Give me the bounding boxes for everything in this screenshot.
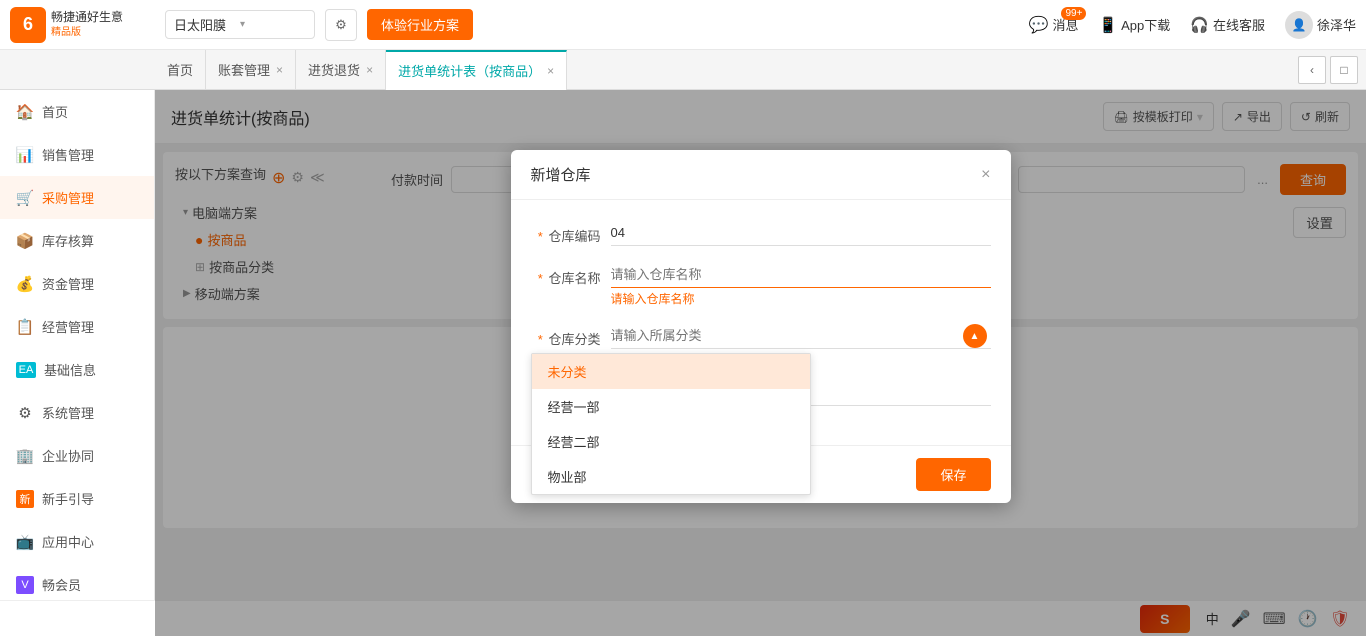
logo-text: 畅捷通好生意 精品版 <box>51 10 123 39</box>
store-selector[interactable]: 日太阳膜 ▾ <box>165 10 315 39</box>
modal-add-warehouse: 新增仓库 × * 仓库编码 <box>511 150 1011 503</box>
sidebar-item-purchase[interactable]: 🛒 采购管理 <box>0 176 154 219</box>
sidebar-item-guide[interactable]: 新 新手引导 <box>0 477 154 520</box>
modal-overlay: 新增仓库 × * 仓库编码 <box>155 90 1366 636</box>
tab-close-purchase-stats[interactable]: × <box>547 64 554 78</box>
category-input[interactable] <box>611 323 991 349</box>
tab-close-purchase-return[interactable]: × <box>366 63 373 77</box>
sidebar-item-inventory[interactable]: 📦 库存核算 <box>0 219 154 262</box>
dropdown-item-none[interactable]: 未分类 <box>532 354 810 389</box>
modal-title: 新增仓库 <box>531 164 591 185</box>
save-btn[interactable]: 保存 <box>916 458 990 491</box>
dropdown-item-dept1[interactable]: 经营一部 <box>532 389 810 424</box>
tab-accounts[interactable]: 账套管理 × <box>206 50 296 90</box>
finance-icon: 💰 <box>16 275 34 293</box>
required-star2: * <box>538 271 543 286</box>
sidebar-item-enterprise[interactable]: 🏢 企业协同 <box>0 434 154 477</box>
logo-area: 6 畅捷通好生意 精品版 <box>10 7 165 43</box>
name-label: * 仓库名称 <box>531 262 611 287</box>
content-area: 进货单统计(按商品) 🖨 按模板打印 ▾ ↗ 导出 ↺ 刷新 <box>155 90 1366 636</box>
user-info[interactable]: 👤 徐泽华 <box>1285 11 1356 39</box>
sidebar-item-home[interactable]: 🏠 首页 <box>0 90 154 133</box>
tab-purchase-stats[interactable]: 进货单统计表（按商品） × <box>386 50 567 90</box>
form-row-category: * 仓库分类 ▲ 未分类 经营一部 经营二部 物业部 <box>531 323 991 349</box>
sidebar-item-basic[interactable]: EA 基础信息 <box>0 348 154 391</box>
name-input[interactable] <box>611 262 991 288</box>
sidebar-item-sales[interactable]: 📊 销售管理 <box>0 133 154 176</box>
required-star3: * <box>538 332 543 347</box>
sidebar-item-finance[interactable]: 💰 资金管理 <box>0 262 154 305</box>
enterprise-icon: 🏢 <box>16 447 34 465</box>
tab-bar: 首页 账套管理 × 进货退货 × 进货单统计表（按商品） × ‹ □ <box>0 50 1366 90</box>
tab-next-btn[interactable]: □ <box>1330 56 1358 84</box>
dropdown-item-dept3[interactable]: 物业部 <box>532 459 810 494</box>
trial-button[interactable]: 体验行业方案 <box>367 9 473 40</box>
settings-gear-btn[interactable]: ⚙ <box>325 9 357 41</box>
tab-prev-btn[interactable]: ‹ <box>1298 56 1326 84</box>
inventory-icon: 📦 <box>16 232 34 250</box>
tab-purchase-return[interactable]: 进货退货 × <box>296 50 386 90</box>
modal-close-btn[interactable]: × <box>981 166 990 184</box>
logo-icon: 6 <box>10 7 46 43</box>
guide-icon: 新 <box>16 490 34 508</box>
code-input[interactable] <box>611 220 991 246</box>
tab-close-accounts[interactable]: × <box>276 63 283 77</box>
code-label: * 仓库编码 <box>531 220 611 245</box>
header-right: 💬 99+ 消息 📱 App下载 🎧 在线客服 👤 徐泽华 <box>1029 11 1356 39</box>
category-field-wrap: ▲ 未分类 经营一部 经营二部 物业部 <box>611 323 991 349</box>
category-dropdown-toggle[interactable]: ▲ <box>963 324 987 348</box>
main-layout: 🏠 首页 📊 销售管理 🛒 采购管理 📦 库存核算 💰 资金管理 📋 经营管理 … <box>0 90 1366 636</box>
sidebar-item-operations[interactable]: 📋 经营管理 <box>0 305 154 348</box>
modal-body: * 仓库编码 * 仓库名称 <box>511 200 1011 445</box>
tab-controls: ‹ □ <box>1298 56 1366 84</box>
messages-btn[interactable]: 💬 99+ 消息 <box>1029 15 1079 35</box>
home-icon: 🏠 <box>16 103 34 121</box>
form-row-name: * 仓库名称 请输入仓库名称 <box>531 262 991 307</box>
operations-icon: 📋 <box>16 318 34 336</box>
code-field-wrap <box>611 220 991 246</box>
modal-header: 新增仓库 × <box>511 150 1011 200</box>
basic-icon: EA <box>16 362 36 378</box>
category-dropdown-list: 未分类 经营一部 经营二部 物业部 <box>531 353 811 495</box>
category-label: * 仓库分类 <box>531 323 611 348</box>
app-download-btn[interactable]: 📱 App下载 <box>1098 15 1170 34</box>
name-error-msg: 请输入仓库名称 <box>611 290 991 307</box>
sidebar: 🏠 首页 📊 销售管理 🛒 采购管理 📦 库存核算 💰 资金管理 📋 经营管理 … <box>0 90 155 636</box>
name-field-wrap: 请输入仓库名称 <box>611 262 991 307</box>
online-service-btn[interactable]: 🎧 在线客服 <box>1190 15 1265 34</box>
user-avatar: 👤 <box>1285 11 1313 39</box>
messages-badge: 99+ <box>1061 7 1086 20</box>
tab-home[interactable]: 首页 <box>155 50 206 90</box>
sidebar-item-system[interactable]: ⚙ 系统管理 <box>0 391 154 434</box>
form-row-code: * 仓库编码 <box>531 220 991 246</box>
store-dropdown-arrow: ▾ <box>240 19 306 30</box>
top-header: 6 畅捷通好生意 精品版 日太阳膜 ▾ ⚙ 体验行业方案 💬 99+ 消息 📱 … <box>0 0 1366 50</box>
purchase-icon: 🛒 <box>16 189 34 207</box>
required-star: * <box>538 229 543 244</box>
sidebar-item-app-center[interactable]: 📺 应用中心 <box>0 520 154 563</box>
member-icon: V <box>16 576 34 594</box>
system-icon: ⚙ <box>16 404 34 422</box>
dropdown-item-dept2[interactable]: 经营二部 <box>532 424 810 459</box>
app-center-icon: 📺 <box>16 533 34 551</box>
sales-icon: 📊 <box>16 146 34 164</box>
